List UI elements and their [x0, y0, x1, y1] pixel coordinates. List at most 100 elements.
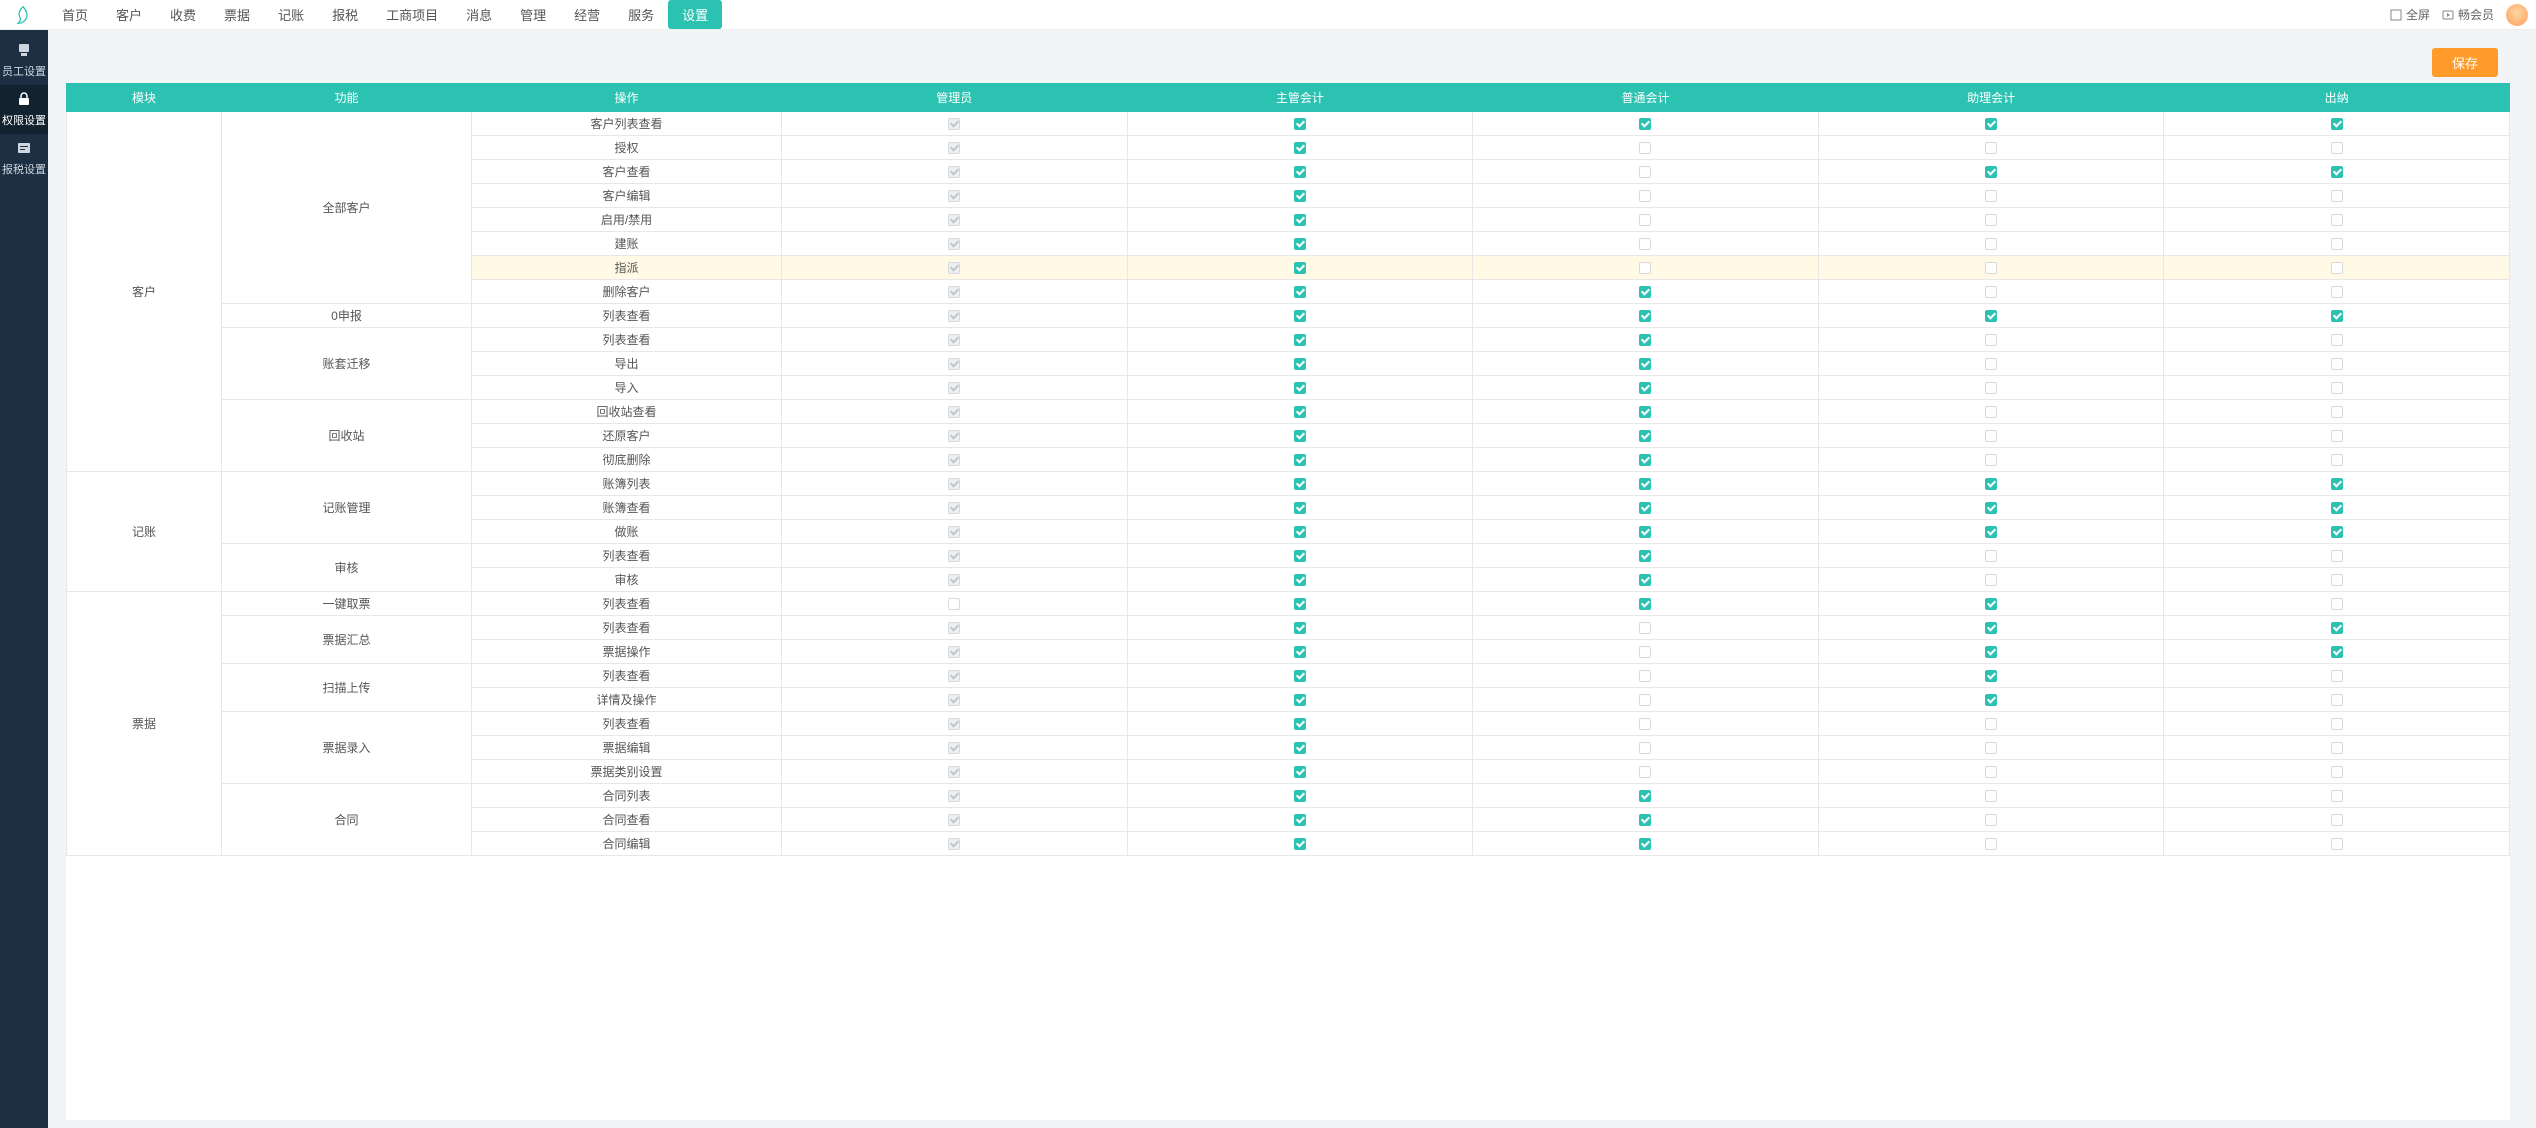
permission-checkbox[interactable]: [2331, 718, 2343, 730]
permission-checkbox[interactable]: [1639, 838, 1651, 850]
permission-checkbox[interactable]: [1639, 766, 1651, 778]
permission-checkbox[interactable]: [1639, 286, 1651, 298]
permission-checkbox[interactable]: [1294, 670, 1306, 682]
topnav-item-3[interactable]: 票据: [210, 0, 264, 29]
permission-checkbox[interactable]: [1985, 598, 1997, 610]
permission-checkbox[interactable]: [1294, 262, 1306, 274]
permission-checkbox[interactable]: [1639, 670, 1651, 682]
permission-checkbox[interactable]: [2331, 118, 2343, 130]
permission-checkbox[interactable]: [1294, 190, 1306, 202]
permission-checkbox[interactable]: [1294, 382, 1306, 394]
permissions-table-wrapper[interactable]: 模块功能操作管理员主管会计普通会计助理会计出纳 客户全部客户客户列表查看授权客户…: [66, 83, 2510, 1120]
permission-checkbox[interactable]: [1639, 646, 1651, 658]
permission-checkbox[interactable]: [1985, 190, 1997, 202]
permission-checkbox[interactable]: [1639, 454, 1651, 466]
permission-checkbox[interactable]: [1294, 358, 1306, 370]
permission-checkbox[interactable]: [1294, 694, 1306, 706]
permission-checkbox[interactable]: [1294, 838, 1306, 850]
permission-checkbox[interactable]: [1985, 286, 1997, 298]
permission-checkbox[interactable]: [2331, 790, 2343, 802]
permission-checkbox[interactable]: [1294, 646, 1306, 658]
member-button[interactable]: 畅会员: [2442, 6, 2494, 23]
permission-checkbox[interactable]: [1985, 214, 1997, 226]
permission-checkbox[interactable]: [1294, 214, 1306, 226]
permission-checkbox[interactable]: [1294, 814, 1306, 826]
permission-checkbox[interactable]: [1294, 622, 1306, 634]
permission-checkbox[interactable]: [1639, 214, 1651, 226]
permission-checkbox[interactable]: [1985, 574, 1997, 586]
permission-checkbox[interactable]: [1985, 166, 1997, 178]
permission-checkbox[interactable]: [2331, 670, 2343, 682]
permission-checkbox[interactable]: [2331, 286, 2343, 298]
permission-checkbox[interactable]: [1985, 406, 1997, 418]
permission-checkbox[interactable]: [1639, 238, 1651, 250]
permission-checkbox[interactable]: [1294, 766, 1306, 778]
sidebar-item-1[interactable]: 权限设置: [0, 85, 48, 134]
permission-checkbox[interactable]: [1639, 310, 1651, 322]
permission-checkbox[interactable]: [2331, 574, 2343, 586]
permission-checkbox[interactable]: [1294, 718, 1306, 730]
permission-checkbox[interactable]: [1294, 550, 1306, 562]
permission-checkbox[interactable]: [1294, 286, 1306, 298]
fullscreen-button[interactable]: 全屏: [2390, 6, 2430, 23]
permission-checkbox[interactable]: [2331, 406, 2343, 418]
permission-checkbox[interactable]: [1639, 190, 1651, 202]
permission-checkbox[interactable]: [1985, 742, 1997, 754]
permission-checkbox[interactable]: [1985, 454, 1997, 466]
permission-checkbox[interactable]: [2331, 742, 2343, 754]
permission-checkbox[interactable]: [2331, 142, 2343, 154]
permission-checkbox[interactable]: [1294, 142, 1306, 154]
permission-checkbox[interactable]: [2331, 526, 2343, 538]
permission-checkbox[interactable]: [1985, 694, 1997, 706]
permission-checkbox[interactable]: [1985, 814, 1997, 826]
permission-checkbox[interactable]: [1294, 742, 1306, 754]
permission-checkbox[interactable]: [1294, 430, 1306, 442]
permission-checkbox[interactable]: [1639, 790, 1651, 802]
permission-checkbox[interactable]: [1294, 598, 1306, 610]
permission-checkbox[interactable]: [2331, 598, 2343, 610]
permission-checkbox[interactable]: [1985, 838, 1997, 850]
topnav-item-2[interactable]: 收费: [156, 0, 210, 29]
permission-checkbox[interactable]: [1639, 598, 1651, 610]
permission-checkbox[interactable]: [1294, 238, 1306, 250]
permission-checkbox[interactable]: [2331, 646, 2343, 658]
permission-checkbox[interactable]: [1294, 478, 1306, 490]
permission-checkbox[interactable]: [1985, 310, 1997, 322]
permission-checkbox[interactable]: [1985, 262, 1997, 274]
permission-checkbox[interactable]: [1985, 238, 1997, 250]
permission-checkbox[interactable]: [1294, 310, 1306, 322]
topnav-item-8[interactable]: 管理: [506, 0, 560, 29]
permission-checkbox[interactable]: [2331, 430, 2343, 442]
permission-checkbox[interactable]: [2331, 694, 2343, 706]
permission-checkbox[interactable]: [2331, 478, 2343, 490]
permission-checkbox[interactable]: [1639, 430, 1651, 442]
permission-checkbox[interactable]: [1294, 526, 1306, 538]
permission-checkbox[interactable]: [1294, 406, 1306, 418]
permission-checkbox[interactable]: [1639, 526, 1651, 538]
permission-checkbox[interactable]: [1985, 478, 1997, 490]
permission-checkbox[interactable]: [1639, 118, 1651, 130]
permission-checkbox[interactable]: [1294, 454, 1306, 466]
permission-checkbox[interactable]: [1639, 742, 1651, 754]
topnav-item-7[interactable]: 消息: [452, 0, 506, 29]
permission-checkbox[interactable]: [1985, 718, 1997, 730]
permission-checkbox[interactable]: [2331, 502, 2343, 514]
permission-checkbox[interactable]: [1639, 718, 1651, 730]
permission-checkbox[interactable]: [1639, 382, 1651, 394]
permission-checkbox[interactable]: [1294, 790, 1306, 802]
permission-checkbox[interactable]: [1985, 502, 1997, 514]
permission-checkbox[interactable]: [2331, 334, 2343, 346]
topnav-item-10[interactable]: 服务: [614, 0, 668, 29]
permission-checkbox[interactable]: [1985, 622, 1997, 634]
permission-checkbox[interactable]: [2331, 238, 2343, 250]
permission-checkbox[interactable]: [2331, 382, 2343, 394]
permission-checkbox[interactable]: [1639, 814, 1651, 826]
permission-checkbox[interactable]: [1294, 334, 1306, 346]
permission-checkbox[interactable]: [1985, 334, 1997, 346]
sidebar-item-0[interactable]: 员工设置: [0, 36, 48, 85]
topnav-item-11[interactable]: 设置: [668, 0, 722, 29]
permission-checkbox[interactable]: [1985, 670, 1997, 682]
permission-checkbox[interactable]: [1985, 790, 1997, 802]
user-avatar[interactable]: [2506, 4, 2528, 26]
permission-checkbox[interactable]: [1639, 406, 1651, 418]
